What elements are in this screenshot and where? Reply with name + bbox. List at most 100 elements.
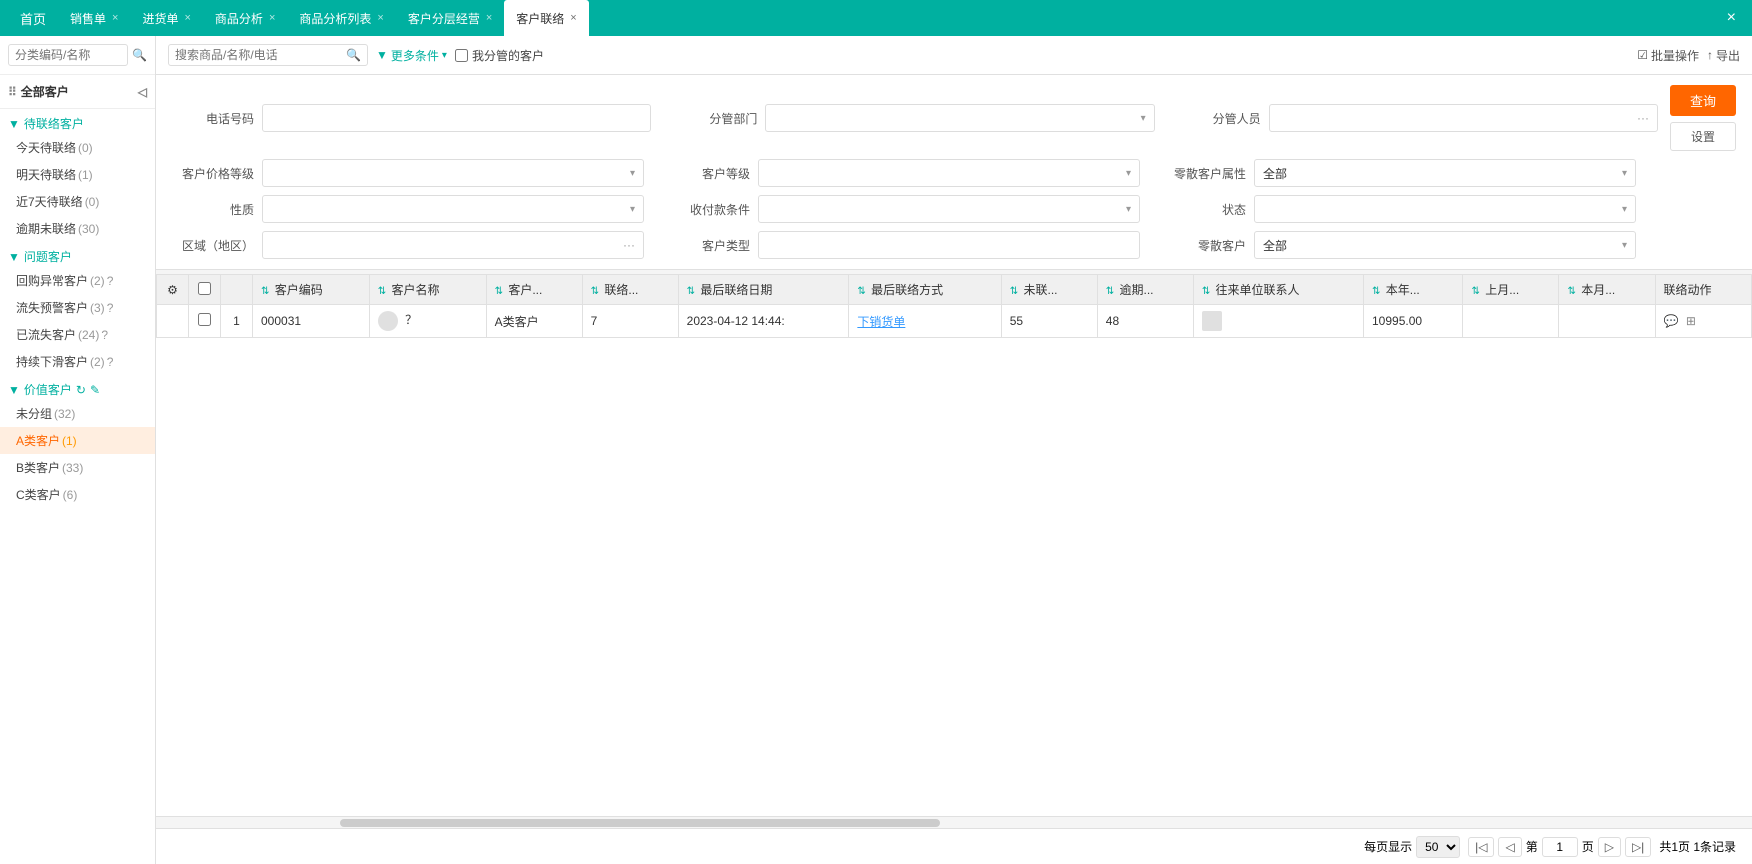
sidebar-item-a-class[interactable]: A类客户 (1) <box>0 427 155 454</box>
cell-overdue: 48 <box>1097 305 1193 338</box>
col-last-contact-way[interactable]: ⇅ 最后联络方式 <box>849 275 1001 305</box>
col-contacts[interactable]: ⇅ 往来单位联系人 <box>1193 275 1363 305</box>
filter-row-1: 电话号码 分管部门 ▾ 分管人员 ··· <box>172 85 1736 151</box>
close-icon[interactable]: × <box>377 12 383 24</box>
retail-select[interactable]: 全部 ▾ <box>1254 231 1636 259</box>
nav-tab-sales[interactable]: 销售单 × <box>58 0 130 36</box>
price-level-select[interactable]: ▾ <box>262 159 644 187</box>
prev-page-button[interactable]: ◁ <box>1498 837 1521 857</box>
more-conditions-button[interactable]: ▼ 更多条件 ▾ <box>376 47 447 64</box>
person-select[interactable]: ··· <box>1269 104 1658 132</box>
nav-tab-purchase[interactable]: 进货单 × <box>130 0 202 36</box>
close-icon[interactable]: × <box>570 12 576 24</box>
my-customers-checkbox[interactable]: 我分管的客户 <box>455 47 544 64</box>
col-overdue[interactable]: ⇅ 逾期... <box>1097 275 1193 305</box>
sidebar-item-repurchase-abnormal[interactable]: 回购异常客户 (2) ? <box>0 267 155 294</box>
search-input[interactable] <box>175 48 346 62</box>
sort-icon: ⇅ <box>687 286 695 297</box>
nav-tab-customer-contact[interactable]: 客户联络 × <box>504 0 588 36</box>
col-last-contact-date[interactable]: ⇅ 最后联络日期 <box>678 275 849 305</box>
chevron-down-icon: ▾ <box>442 50 447 61</box>
col-uncontacted[interactable]: ⇅ 未联... <box>1001 275 1097 305</box>
top-navigation: 首页 销售单 × 进货单 × 商品分析 × 商品分析列表 × 客户分层经营 × … <box>0 0 1752 36</box>
qr-icon[interactable]: ⊞ <box>1686 314 1696 328</box>
page-navigation: |◁ ◁ 第 页 ▷ ▷| <box>1468 837 1651 857</box>
table-row: 1 000031 ？ A类客户 7 2023-04-12 14:44: 下销货单… <box>157 305 1752 338</box>
filter-row-3: 性质 ▾ 收付款条件 ▾ 状态 <box>172 195 1736 223</box>
page-number-input[interactable] <box>1542 837 1578 857</box>
col-contact-count[interactable]: ⇅ 联络... <box>582 275 678 305</box>
sidebar: 🔍 ⠿ 全部客户 ◁ ▼ 待联络客户 今天待联络 (0) 明天待联络 (1) 近… <box>0 36 156 864</box>
sidebar-item-tomorrow-pending[interactable]: 明天待联络 (1) <box>0 161 155 188</box>
col-name[interactable]: ⇅ 客户名称 <box>369 275 486 305</box>
col-this-month[interactable]: ⇅ 本月... <box>1559 275 1655 305</box>
message-icon[interactable]: 💬 <box>1664 314 1679 328</box>
phone-input[interactable] <box>262 104 651 132</box>
col-action: 联络动作 <box>1655 275 1751 305</box>
customer-type-select[interactable] <box>758 231 1140 259</box>
sidebar-section-pending: ▼ 待联络客户 <box>0 109 155 134</box>
horizontal-scrollbar[interactable] <box>156 816 1752 828</box>
sidebar-item-7days-pending[interactable]: 近7天待联络 (0) <box>0 188 155 215</box>
customer-level-select[interactable]: ▾ <box>758 159 1140 187</box>
sidebar-all-customers[interactable]: ⠿ 全部客户 ◁ <box>0 75 155 109</box>
refresh-icon[interactable]: ↻ <box>76 383 86 397</box>
sort-icon: ⇅ <box>1106 286 1114 297</box>
nav-tab-analysis[interactable]: 商品分析 × <box>203 0 287 36</box>
nav-home[interactable]: 首页 <box>8 0 58 36</box>
select-all-checkbox[interactable] <box>198 282 211 295</box>
col-customer-type[interactable]: ⇅ 客户... <box>486 275 582 305</box>
department-select[interactable]: ▾ <box>765 104 1154 132</box>
sidebar-item-declining[interactable]: 持续下滑客户 (2) ? <box>0 348 155 375</box>
sidebar-item-overdue-contact[interactable]: 逾期未联络 (30) <box>0 215 155 242</box>
region-select[interactable]: ··· <box>262 231 644 259</box>
status-select[interactable]: ▾ <box>1254 195 1636 223</box>
sidebar-item-today-pending[interactable]: 今天待联络 (0) <box>0 134 155 161</box>
edit-icon[interactable]: ✎ <box>90 383 100 397</box>
cell-name: ？ <box>369 305 486 338</box>
export-button[interactable]: ↑ 导出 <box>1707 47 1740 64</box>
sidebar-search-icon[interactable]: 🔍 <box>132 48 147 62</box>
close-icon[interactable]: × <box>112 12 118 24</box>
col-checkbox[interactable] <box>189 275 221 305</box>
gear-icon[interactable]: ⚙ <box>167 283 178 297</box>
nature-select[interactable]: ▾ <box>262 195 644 223</box>
col-this-year[interactable]: ⇅ 本年... <box>1364 275 1463 305</box>
sidebar-item-churn-warning[interactable]: 流失预警客户 (3) ? <box>0 294 155 321</box>
page-size-selector: 每页显示 50 <box>1364 836 1460 858</box>
my-customers-check[interactable] <box>455 49 468 62</box>
filter-row-4: 区域（地区） ··· 客户类型 零散客户 <box>172 231 1736 259</box>
close-icon[interactable]: × <box>486 12 492 24</box>
retail-attr-select[interactable]: 全部 ▾ <box>1254 159 1636 187</box>
sidebar-item-c-class[interactable]: C类客户 (6) <box>0 481 155 508</box>
col-last-month[interactable]: ⇅ 上月... <box>1463 275 1559 305</box>
setting-button[interactable]: 设置 <box>1670 122 1736 151</box>
close-app-button[interactable]: × <box>1719 9 1744 27</box>
query-button[interactable]: 查询 <box>1670 85 1736 116</box>
col-settings[interactable]: ⚙ <box>157 275 189 305</box>
cell-checkbox[interactable] <box>189 305 221 338</box>
nav-tab-analysis-list[interactable]: 商品分析列表 × <box>287 0 395 36</box>
close-icon[interactable]: × <box>269 12 275 24</box>
search-icon[interactable]: 🔍 <box>346 48 361 62</box>
sidebar-item-b-class[interactable]: B类客户 (33) <box>0 454 155 481</box>
next-page-button[interactable]: ▷ <box>1598 837 1621 857</box>
sort-icon: ⇅ <box>857 286 865 297</box>
row-checkbox[interactable] <box>198 313 211 326</box>
avatar <box>378 311 398 331</box>
batch-operation-button[interactable]: ☑ 批量操作 <box>1637 47 1699 64</box>
close-icon[interactable]: × <box>184 12 190 24</box>
collapse-icon[interactable]: ◁ <box>138 85 147 99</box>
sidebar-item-ungroup[interactable]: 未分组 (32) <box>0 400 155 427</box>
nav-tab-customer-tier[interactable]: 客户分层经营 × <box>396 0 504 36</box>
page-size-select[interactable]: 50 <box>1416 836 1460 858</box>
col-code[interactable]: ⇅ 客户编码 <box>253 275 370 305</box>
sidebar-search-input[interactable] <box>8 44 128 66</box>
sidebar-item-churned[interactable]: 已流失客户 (24) ? <box>0 321 155 348</box>
last-page-button[interactable]: ▷| <box>1625 837 1651 857</box>
first-page-button[interactable]: |◁ <box>1468 837 1494 857</box>
triangle-icon: ▼ <box>8 117 20 131</box>
cell-last-contact-way[interactable]: 下销货单 <box>849 305 1001 338</box>
scrollbar-thumb[interactable] <box>340 819 940 827</box>
payment-select[interactable]: ▾ <box>758 195 1140 223</box>
